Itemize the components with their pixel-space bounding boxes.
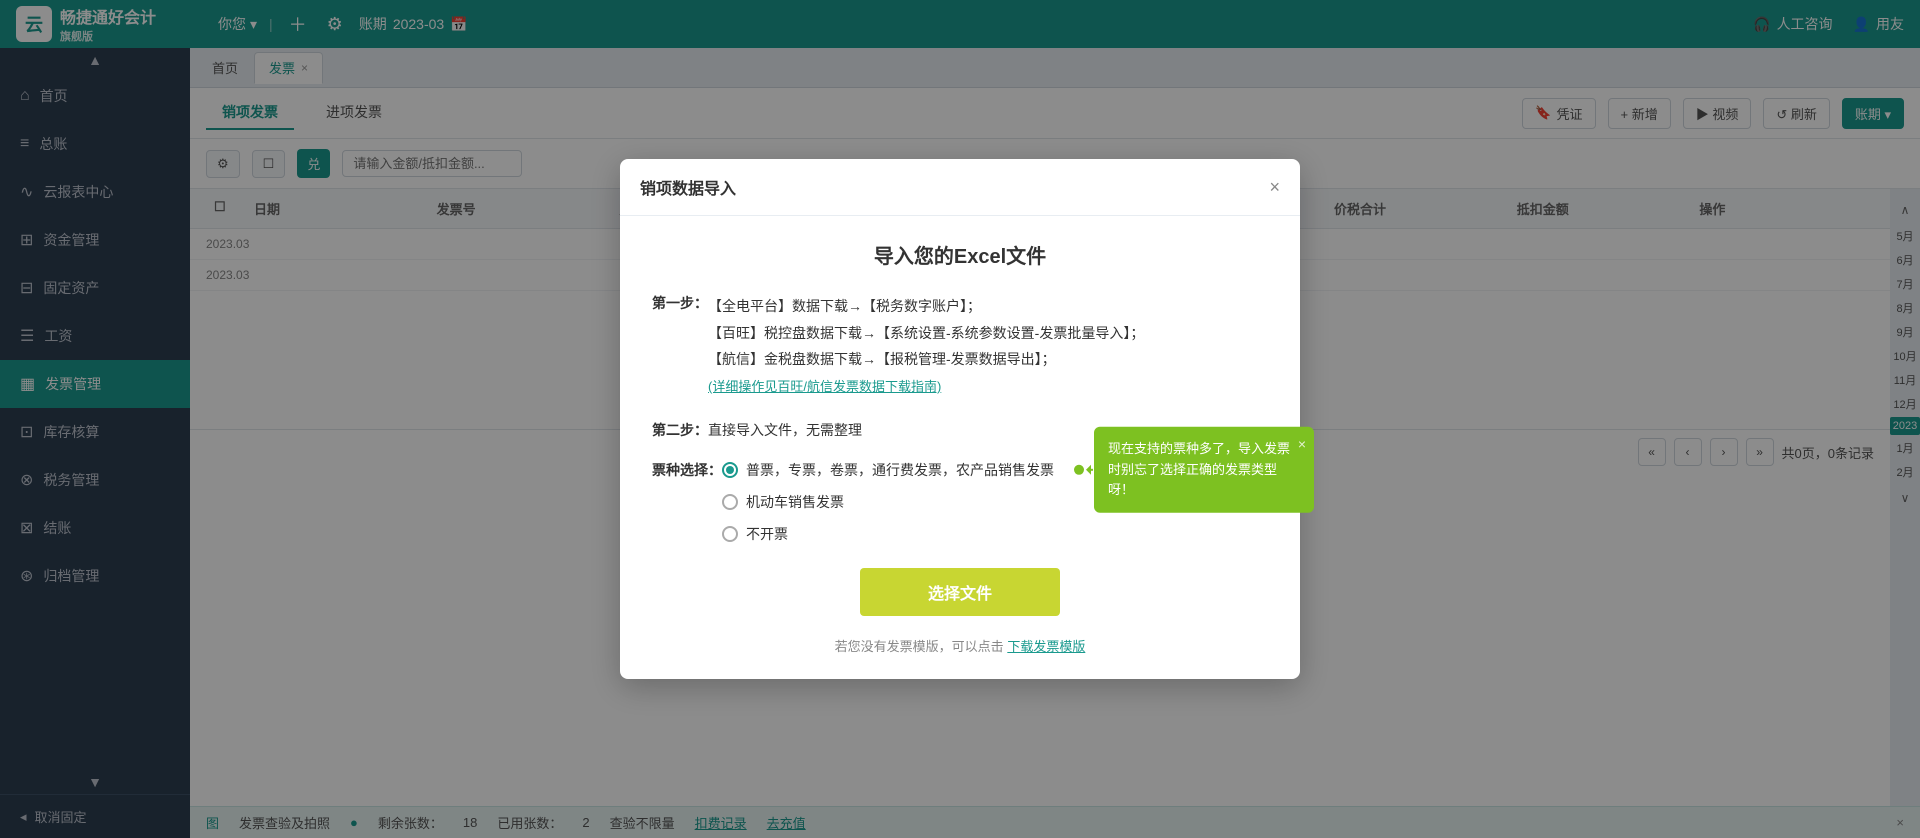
modal-title: 销项数据导入: [640, 175, 736, 199]
radio-label-normal: 普票，专票，卷票，通行费发票，农产品销售发票: [746, 460, 1054, 480]
step2-label: 第二步：: [652, 420, 708, 440]
ticket-section: 票种选择： 普票，专票，卷票，通行费发票，农产品销售发票: [652, 460, 1268, 544]
radio-circle-motor: [722, 494, 738, 510]
step1-line3: 【航信】金税盘数据下载→【报税管理-发票数据导出】；: [708, 346, 1144, 373]
select-file-button[interactable]: 选择文件: [860, 568, 1060, 616]
modal-close-btn[interactable]: ×: [1269, 177, 1280, 198]
template-hint: 若您没有发票模版，可以点击 下载发票模版: [652, 636, 1268, 655]
modal-body: 导入您的Excel文件 第一步： 【全电平台】数据下载→【税务数字账户】； 【百…: [620, 216, 1300, 678]
tooltip-container: × 现在支持的票种多了，导入发票时别忘了选择正确的发票类型呀！: [1094, 427, 1314, 513]
radio-motor[interactable]: 机动车销售发票: [722, 492, 1054, 512]
radio-group: 普票，专票，卷票，通行费发票，农产品销售发票 × 现在支持的票种多了，导入发票时…: [722, 460, 1054, 544]
radio-dot-normal: [726, 466, 734, 474]
radio-circle-none: [722, 526, 738, 542]
step1-line2: 【百旺】税控盘数据下载→【系统设置-系统参数设置-发票批量导入】；: [708, 320, 1144, 347]
radio-label-none: 不开票: [746, 524, 788, 544]
download-template-link[interactable]: 下载发票模版: [1007, 639, 1085, 654]
modal-main-title: 导入您的Excel文件: [652, 240, 1268, 269]
step1-guide-link[interactable]: (详细操作见百旺/航信发票数据下载指南): [708, 379, 941, 394]
radio-label-motor: 机动车销售发票: [746, 492, 844, 512]
radio-normal[interactable]: 普票，专票，卷票，通行费发票，农产品销售发票 × 现在支持的票种多了，导入发票时…: [722, 460, 1054, 480]
step1-section: 第一步： 【全电平台】数据下载→【税务数字账户】； 【百旺】税控盘数据下载→【系…: [652, 293, 1268, 399]
tooltip-bubble: × 现在支持的票种多了，导入发票时别忘了选择正确的发票类型呀！: [1094, 427, 1314, 513]
tooltip-text: 现在支持的票种多了，导入发票时别忘了选择正确的发票类型呀！: [1108, 441, 1290, 498]
tooltip-wrapper: × 现在支持的票种多了，导入发票时别忘了选择正确的发票类型呀！: [1094, 427, 1314, 513]
modal-overlay: 销项数据导入 × 导入您的Excel文件 第一步： 【全电平台】数据下载→【税务…: [0, 0, 1920, 838]
radio-circle-normal: [722, 462, 738, 478]
tooltip-connector-dot: [1074, 465, 1084, 475]
radio-none[interactable]: 不开票: [722, 524, 1054, 544]
ticket-label: 票种选择：: [652, 460, 722, 480]
step1-line1: 【全电平台】数据下载→【税务数字账户】；: [708, 293, 1144, 320]
step1-label: 第一步：: [652, 293, 708, 313]
step2-content: 直接导入文件，无需整理: [708, 420, 862, 440]
tooltip-close-btn[interactable]: ×: [1298, 433, 1306, 455]
import-modal: 销项数据导入 × 导入您的Excel文件 第一步： 【全电平台】数据下载→【税务…: [620, 159, 1300, 678]
modal-header: 销项数据导入 ×: [620, 159, 1300, 216]
